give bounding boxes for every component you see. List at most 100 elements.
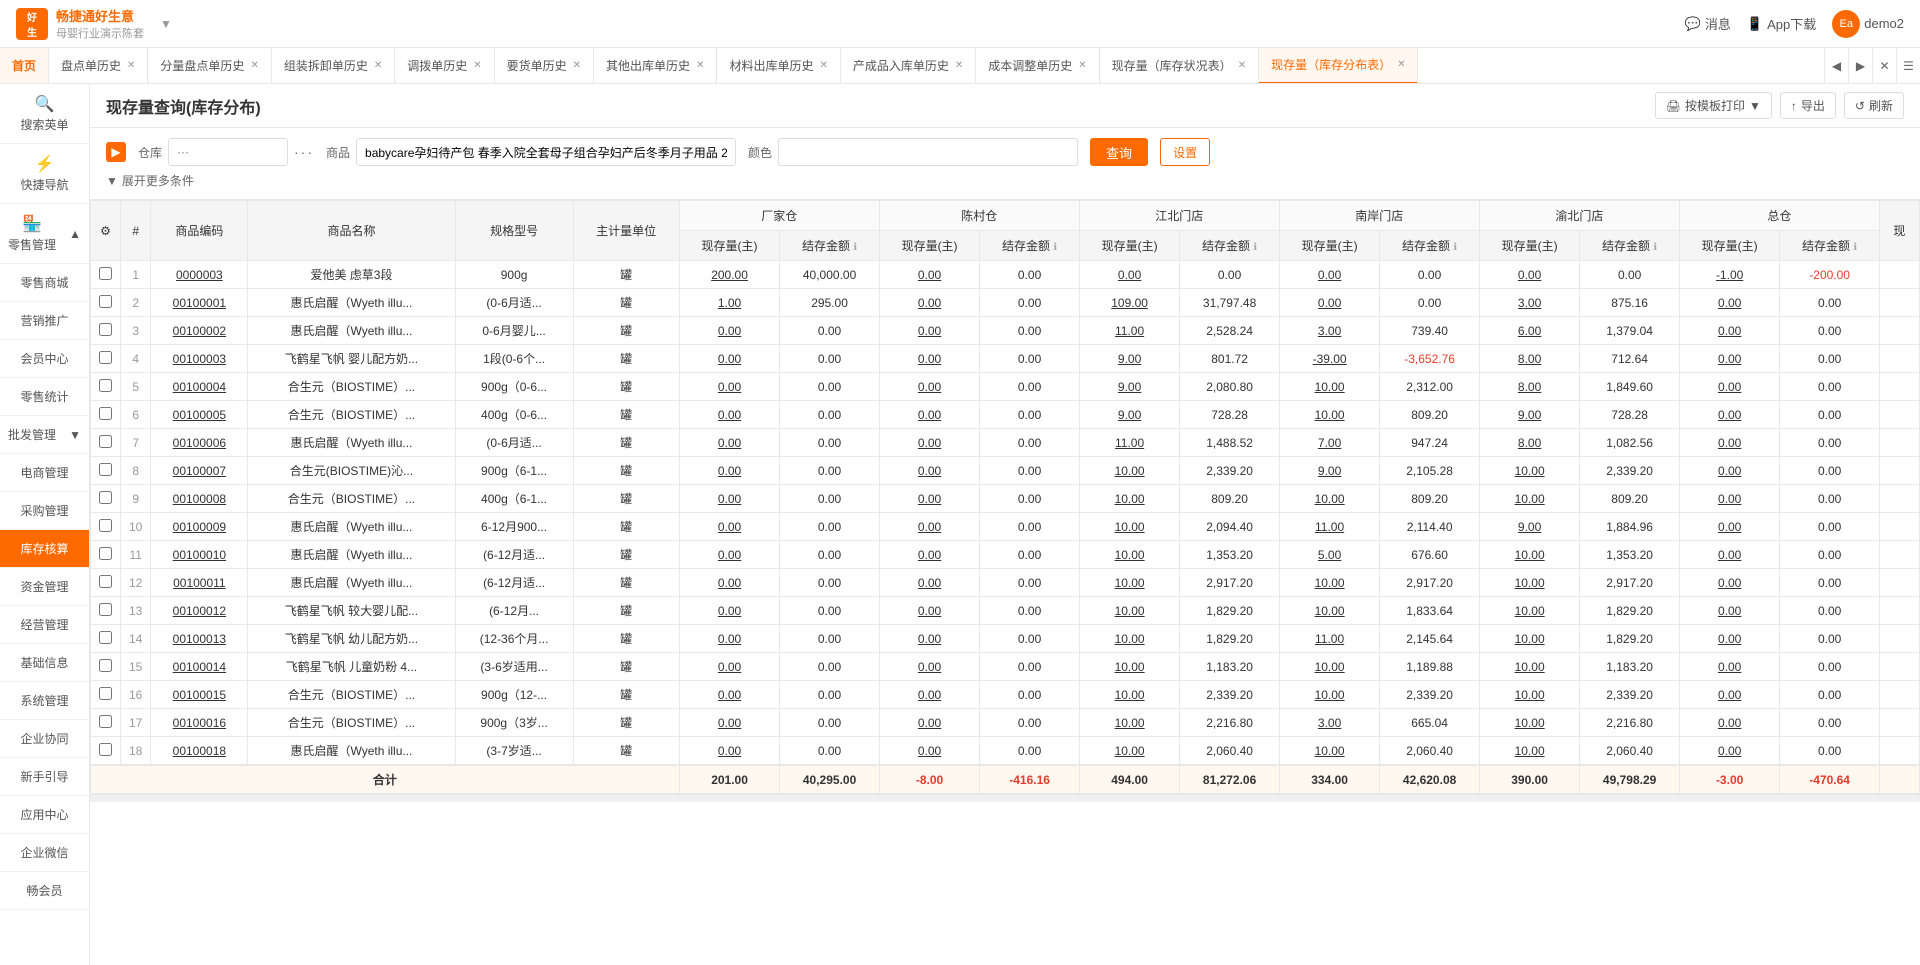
nav-menu-btn[interactable]: ☰ [1896, 48, 1920, 84]
sidebar-item-collab[interactable]: 企业协同 [0, 720, 89, 758]
nav-tab-4[interactable]: 调拨单历史 ✕ [395, 48, 494, 84]
cell-unit: 罐 [573, 597, 679, 625]
cell-factory-qty: 0.00 [679, 317, 780, 345]
cell-nanan-qty: 10.00 [1279, 653, 1380, 681]
close-tab-11[interactable]: ✕ [1397, 59, 1405, 70]
cell-checkbox[interactable] [91, 457, 121, 485]
cell-chenjia-qty: 0.00 [879, 653, 980, 681]
table-container[interactable]: ⚙ # 商品编码 商品名称 规格型号 主计量单位 厂家仓 陈村仓 江北门店 南岸… [90, 200, 1920, 965]
cell-checkbox[interactable] [91, 597, 121, 625]
cell-checkbox[interactable] [91, 653, 121, 681]
sidebar-item-system[interactable]: 系统管理 [0, 682, 89, 720]
cell-checkbox[interactable] [91, 317, 121, 345]
nav-tab-3[interactable]: 组装拆卸单历史 ✕ [272, 48, 395, 84]
total-amt-info[interactable]: ℹ [1853, 242, 1857, 253]
nav-tab-1[interactable]: 盘点单历史 ✕ [49, 48, 148, 84]
close-tab-6[interactable]: ✕ [696, 60, 704, 71]
sidebar-item-wechat[interactable]: 企业微信 [0, 834, 89, 872]
cell-jiangbei-qty: 11.00 [1079, 429, 1180, 457]
sidebar-item-mall[interactable]: 零售商城 [0, 264, 89, 302]
nav-tab-7[interactable]: 材料出库单历史 ✕ [717, 48, 840, 84]
warehouse-more-btn[interactable]: ··· [294, 144, 314, 160]
close-tab-3[interactable]: ✕ [374, 60, 382, 71]
sidebar-item-retail-stats[interactable]: 零售统计 [0, 378, 89, 416]
query-btn[interactable]: 查询 [1090, 138, 1148, 166]
sidebar-item-ecommerce[interactable]: 电商管理 [0, 454, 89, 492]
sidebar-item-nav[interactable]: ⚡ 快捷导航 [0, 144, 89, 204]
close-tab-4[interactable]: ✕ [473, 60, 481, 71]
cell-checkbox[interactable] [91, 401, 121, 429]
cell-checkbox[interactable] [91, 261, 121, 289]
user-area[interactable]: Ea demo2 [1832, 10, 1904, 38]
close-tab-2[interactable]: ✕ [250, 60, 258, 71]
sidebar-item-finance[interactable]: 资金管理 [0, 568, 89, 606]
sidebar-item-member[interactable]: 会员中心 [0, 340, 89, 378]
warehouse-input[interactable] [168, 138, 288, 166]
nav-tab-10[interactable]: 现存量（库存状况表）✕ [1100, 48, 1259, 84]
refresh-btn[interactable]: ↺ 刷新 [1844, 92, 1904, 119]
nav-tab-2[interactable]: 分量盘点单历史 ✕ [148, 48, 271, 84]
nav-close-btn[interactable]: ✕ [1872, 48, 1896, 84]
nanan-amt-info[interactable]: ℹ [1453, 242, 1457, 253]
cell-checkbox[interactable] [91, 681, 121, 709]
message-btn[interactable]: 💬 消息 [1685, 14, 1731, 33]
nav-tab-9[interactable]: 成本调整单历史 ✕ [976, 48, 1099, 84]
sidebar-item-retail-mgmt[interactable]: 🏪 零售管理 ▲ [0, 204, 89, 264]
cell-checkbox[interactable] [91, 289, 121, 317]
color-input[interactable] [778, 138, 1078, 166]
close-tab-9[interactable]: ✕ [1078, 60, 1086, 71]
sidebar-item-marketing[interactable]: 营销推广 [0, 302, 89, 340]
cell-checkbox[interactable] [91, 737, 121, 766]
cell-checkbox[interactable] [91, 541, 121, 569]
sidebar-item-appstore[interactable]: 应用中心 [0, 796, 89, 834]
sidebar-item-operations[interactable]: 经营管理 [0, 606, 89, 644]
sidebar-item-guide[interactable]: 新手引导 [0, 758, 89, 796]
nav-tab-home[interactable]: 首页 [0, 48, 49, 84]
chenjia-amt-info[interactable]: ℹ [1053, 242, 1057, 253]
close-tab-10[interactable]: ✕ [1238, 60, 1246, 71]
cell-checkbox[interactable] [91, 429, 121, 457]
nav-tab-5[interactable]: 要货单历史 ✕ [495, 48, 594, 84]
cell-checkbox[interactable] [91, 485, 121, 513]
th-gear[interactable]: ⚙ [91, 201, 121, 261]
export-btn[interactable]: ↑ 导出 [1780, 92, 1836, 119]
sidebar-item-wholesale[interactable]: 批发管理 ▼ [0, 416, 89, 454]
expand-conditions[interactable]: ▼ 展开更多条件 [106, 172, 1904, 189]
cell-checkbox[interactable] [91, 373, 121, 401]
sidebar-item-search[interactable]: 🔍 搜索英单 [0, 84, 89, 144]
cell-total-amt: 0.00 [1780, 569, 1879, 597]
goods-input[interactable] [356, 138, 736, 166]
nav-prev-btn[interactable]: ◀ [1824, 48, 1848, 84]
close-tab-8[interactable]: ✕ [955, 60, 963, 71]
cell-checkbox[interactable] [91, 569, 121, 597]
print-btn[interactable]: 🖨 按模板打印 ▼ [1655, 92, 1772, 119]
cell-spec: 900g [455, 261, 573, 289]
nav-next-btn[interactable]: ▶ [1848, 48, 1872, 84]
horizontal-scrollbar[interactable] [90, 794, 1920, 802]
industry-dropdown[interactable]: ▼ [160, 17, 172, 31]
nav-tab-8[interactable]: 产成品入库单历史 ✕ [841, 48, 976, 84]
yubeimen-amt-info[interactable]: ℹ [1653, 242, 1657, 253]
cell-checkbox[interactable] [91, 709, 121, 737]
cell-checkbox[interactable] [91, 513, 121, 541]
close-tab-1[interactable]: ✕ [127, 60, 135, 71]
sidebar-item-member2[interactable]: 畅会员 [0, 872, 89, 910]
cell-total-amt: 0.00 [1780, 485, 1879, 513]
app-download-btn[interactable]: 📱 App下载 [1747, 14, 1816, 33]
th-spec: 规格型号 [455, 201, 573, 261]
nav-tab-6[interactable]: 其他出库单历史 ✕ [594, 48, 717, 84]
sidebar-item-basic-info[interactable]: 基础信息 [0, 644, 89, 682]
nav-tab-11[interactable]: 现存量（库存分布表）✕ [1259, 48, 1418, 84]
close-tab-7[interactable]: ✕ [819, 60, 827, 71]
cell-current [1879, 289, 1919, 317]
close-tab-5[interactable]: ✕ [573, 60, 581, 71]
setting-btn[interactable]: 设置 [1160, 138, 1210, 166]
jiangbei-amt-info[interactable]: ℹ [1253, 242, 1257, 253]
factory-amt-info[interactable]: ℹ [853, 242, 857, 253]
filter-toggle-btn[interactable]: ▶ [106, 142, 126, 162]
sidebar-item-purchase[interactable]: 采购管理 [0, 492, 89, 530]
cell-checkbox[interactable] [91, 345, 121, 373]
cell-checkbox[interactable] [91, 625, 121, 653]
sidebar-item-inventory[interactable]: 库存核算 [0, 530, 89, 568]
cell-current [1879, 653, 1919, 681]
